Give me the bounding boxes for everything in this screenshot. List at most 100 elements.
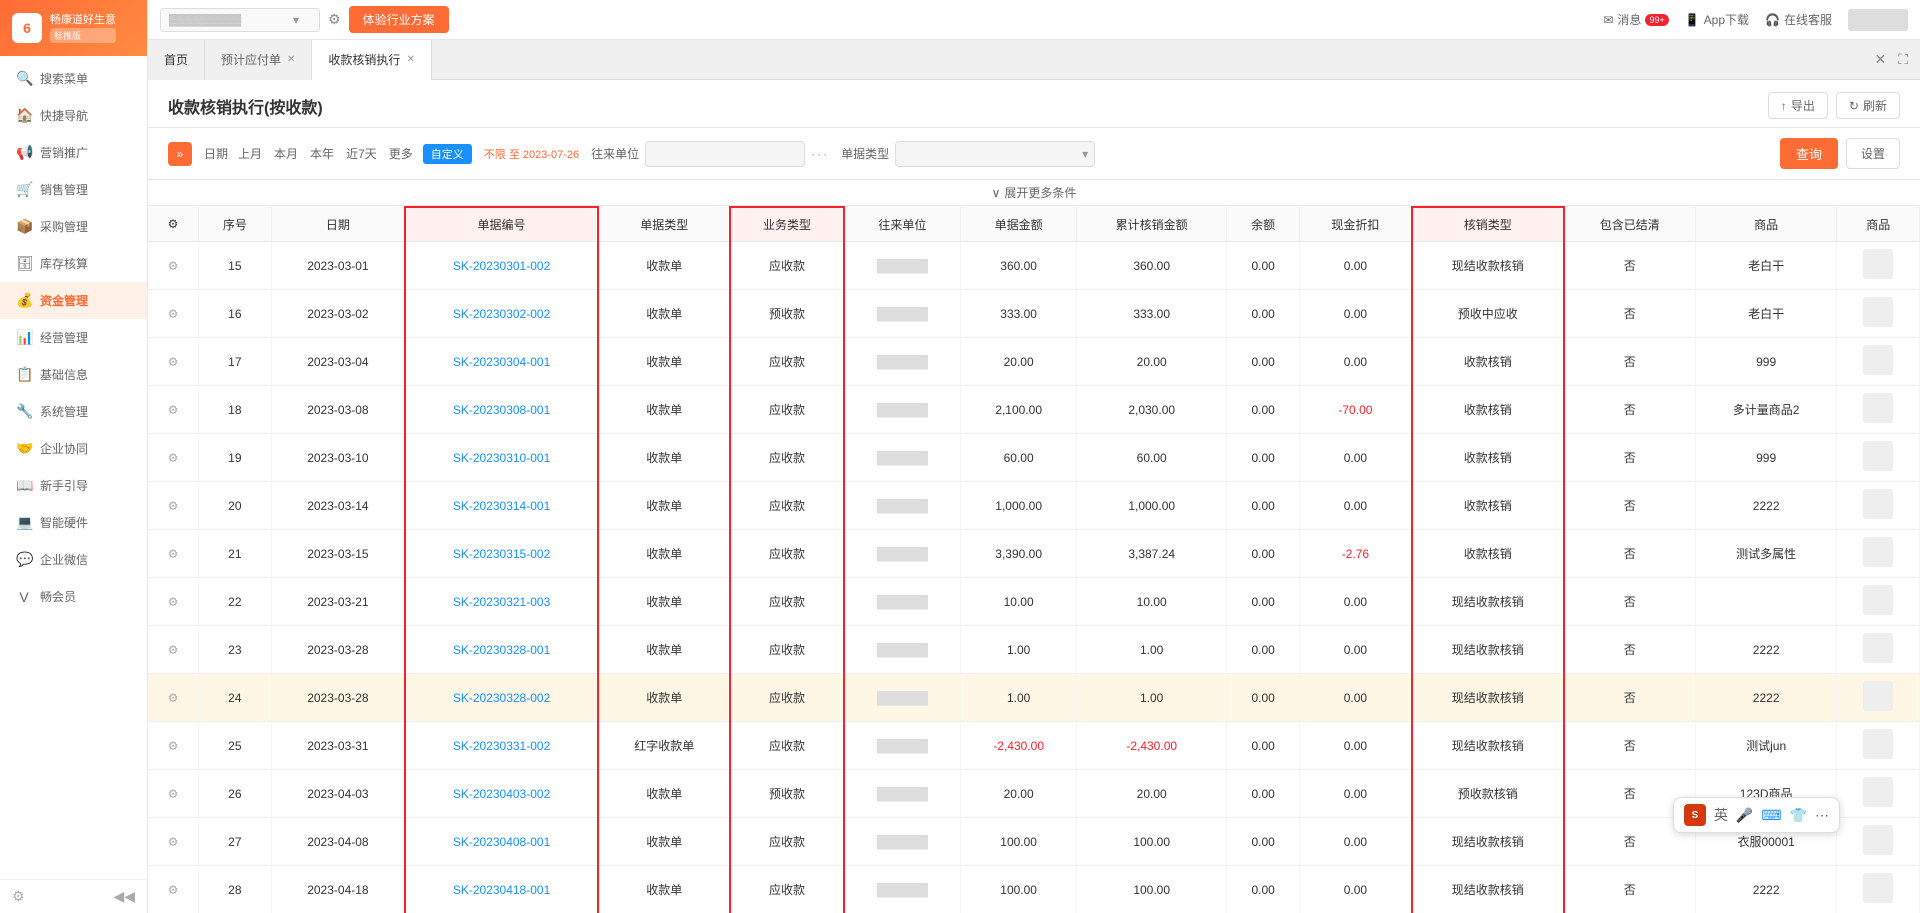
cell-bill_no[interactable]: SK-20230310-001 [405, 434, 598, 482]
collapse-icon[interactable]: ◀◀ [113, 888, 135, 905]
tab-close-advance-payment[interactable]: ✕ [287, 54, 295, 65]
cell-bill_no[interactable]: SK-20230302-002 [405, 290, 598, 338]
tab-advance-payment[interactable]: 预计应付单✕ [205, 40, 312, 80]
bill-no-link[interactable]: SK-20230310-001 [453, 451, 550, 465]
export-btn[interactable]: ↑ 导出 [1768, 92, 1828, 119]
bill-no-link[interactable]: SK-20230418-001 [453, 883, 550, 897]
refresh-btn[interactable]: ↻ 刷新 [1836, 92, 1900, 119]
row-settings-icon[interactable]: ⚙ [168, 307, 179, 321]
cell-product_img [1837, 770, 1920, 818]
bill-no-link[interactable]: SK-20230328-002 [453, 691, 550, 705]
sidebar-item-marketing[interactable]: 📢营销推广 [0, 134, 147, 171]
app-download-action[interactable]: 📱 App下载 [1685, 11, 1749, 28]
cell-bill_no[interactable]: SK-20230403-002 [405, 770, 598, 818]
row-settings-icon[interactable]: ⚙ [168, 835, 179, 849]
tab-receipt-verify[interactable]: 收款核销执行✕ [312, 40, 431, 80]
col-header-date: 日期 [271, 207, 405, 242]
online-service-action[interactable]: 🎧 在线客服 [1765, 11, 1832, 28]
sidebar-item-search[interactable]: 🔍搜索菜单 [0, 60, 147, 97]
date-btn-近7天[interactable]: 近7天 [342, 143, 381, 164]
row-settings-icon[interactable]: ⚙ [168, 451, 179, 465]
select-down-icon: ▾ [1082, 147, 1088, 161]
tab-close-receipt-verify[interactable]: ✕ [406, 54, 414, 65]
counterpart-input[interactable] [645, 141, 805, 167]
bill-no-link[interactable]: SK-20230302-002 [453, 307, 550, 321]
ime-mic-icon[interactable]: 🎤 [1736, 807, 1753, 824]
row-settings-icon[interactable]: ⚙ [168, 403, 179, 417]
sidebar-item-member[interactable]: V畅会员 [0, 578, 147, 615]
row-settings-icon[interactable]: ⚙ [168, 499, 179, 513]
sidebar-item-wechat[interactable]: 💬企业微信 [0, 541, 147, 578]
cell-include_cleared: 否 [1564, 482, 1696, 530]
date-btn-本年[interactable]: 本年 [306, 143, 338, 164]
row-settings-icon[interactable]: ⚙ [168, 787, 179, 801]
row-settings-icon[interactable]: ⚙ [168, 355, 179, 369]
row-settings-icon[interactable]: ⚙ [168, 259, 179, 273]
bill-no-link[interactable]: SK-20230301-002 [453, 259, 550, 273]
header-select[interactable]: ▓▓▓▓▓▓▓▓▓ ▾ [160, 8, 320, 32]
sidebar-item-finance[interactable]: 💰资金管理 [0, 282, 147, 319]
cell-include_cleared: 否 [1564, 722, 1696, 770]
tab-home[interactable]: 首页 [148, 40, 205, 80]
cell-bill_no[interactable]: SK-20230314-001 [405, 482, 598, 530]
industry-btn[interactable]: 体验行业方案 [349, 6, 449, 33]
receipt-type-select[interactable]: ▾ [895, 141, 1095, 167]
row-settings-icon[interactable]: ⚙ [168, 739, 179, 753]
sidebar-item-operations[interactable]: 📊经营管理 [0, 319, 147, 356]
date-btn-上月[interactable]: 上月 [234, 143, 266, 164]
expand-more-btn[interactable]: ∨ 展开更多条件 [992, 184, 1077, 201]
cell-bill_no[interactable]: SK-20230328-002 [405, 674, 598, 722]
cell-bill_no[interactable]: SK-20230315-002 [405, 530, 598, 578]
settings-btn[interactable]: 设置 [1846, 138, 1900, 169]
messages-action[interactable]: ✉ 消息 99+ [1603, 11, 1668, 28]
cell-cum_verify: 3,387.24 [1077, 530, 1227, 578]
header-gear-icon[interactable]: ⚙ [328, 11, 341, 28]
sidebar-item-enterprise[interactable]: 🤝企业协同 [0, 430, 147, 467]
cell-bill_no[interactable]: SK-20230331-002 [405, 722, 598, 770]
cell-bill_no[interactable]: SK-20230304-001 [405, 338, 598, 386]
cell-bill_no[interactable]: SK-20230301-002 [405, 242, 598, 290]
table-row: ⚙152023-03-01SK-20230301-002收款单应收款██████… [148, 242, 1920, 290]
filter-expand-btn[interactable]: » [168, 142, 192, 166]
sidebar-item-guide[interactable]: 📖新手引导 [0, 467, 147, 504]
date-btn-更多[interactable]: 更多 [385, 143, 417, 164]
tab-fullscreen-icon[interactable]: ⛶ [1894, 47, 1912, 72]
sidebar-item-basic-info[interactable]: 📋基础信息 [0, 356, 147, 393]
ime-skin-icon[interactable]: 👕 [1790, 807, 1807, 824]
bill-no-link[interactable]: SK-20230408-001 [453, 835, 550, 849]
bill-no-link[interactable]: SK-20230304-001 [453, 355, 550, 369]
tab-close-all-icon[interactable]: ✕ [1870, 47, 1890, 72]
sidebar-item-sales[interactable]: 🛒销售管理 [0, 171, 147, 208]
cell-bill_no[interactable]: SK-20230321-003 [405, 578, 598, 626]
cell-cum_verify: 20.00 [1077, 770, 1227, 818]
sidebar-item-inventory[interactable]: 🗄库存核算 [0, 245, 147, 282]
sidebar-item-purchase[interactable]: 📦采购管理 [0, 208, 147, 245]
row-settings-icon[interactable]: ⚙ [168, 691, 179, 705]
row-settings-icon[interactable]: ⚙ [168, 883, 179, 897]
row-settings-icon[interactable]: ⚙ [168, 547, 179, 561]
custom-date-btn[interactable]: 自定义 [423, 144, 472, 164]
query-btn[interactable]: 查询 [1780, 138, 1838, 169]
bill-no-link[interactable]: SK-20230315-002 [453, 547, 550, 561]
sidebar-item-smart-hw[interactable]: 💻智能硬件 [0, 504, 147, 541]
cell-bill_no[interactable]: SK-20230308-001 [405, 386, 598, 434]
col-header-settings[interactable]: ⚙ [148, 207, 199, 242]
cell-bill_no[interactable]: SK-20230328-001 [405, 626, 598, 674]
bill-no-link[interactable]: SK-20230403-002 [453, 787, 550, 801]
ime-keyboard-icon[interactable]: ⌨ [1761, 807, 1781, 824]
bill-no-link[interactable]: SK-20230328-001 [453, 643, 550, 657]
date-btn-本月[interactable]: 本月 [270, 143, 302, 164]
sidebar-item-quick-nav[interactable]: 🏠快捷导航 [0, 97, 147, 134]
row-settings-icon[interactable]: ⚙ [168, 643, 179, 657]
cell-bill_no[interactable]: SK-20230418-001 [405, 866, 598, 913]
settings-footer-icon[interactable]: ⚙ [12, 888, 25, 905]
ime-more-icon[interactable]: ⋯ [1815, 807, 1829, 824]
sidebar-item-system[interactable]: 🔧系统管理 [0, 393, 147, 430]
row-settings-icon[interactable]: ⚙ [168, 595, 179, 609]
ime-lang-btn[interactable]: 英 [1714, 805, 1728, 825]
bill-no-link[interactable]: SK-20230321-003 [453, 595, 550, 609]
cell-bill_no[interactable]: SK-20230408-001 [405, 818, 598, 866]
bill-no-link[interactable]: SK-20230331-002 [453, 739, 550, 753]
bill-no-link[interactable]: SK-20230314-001 [453, 499, 550, 513]
bill-no-link[interactable]: SK-20230308-001 [453, 403, 550, 417]
